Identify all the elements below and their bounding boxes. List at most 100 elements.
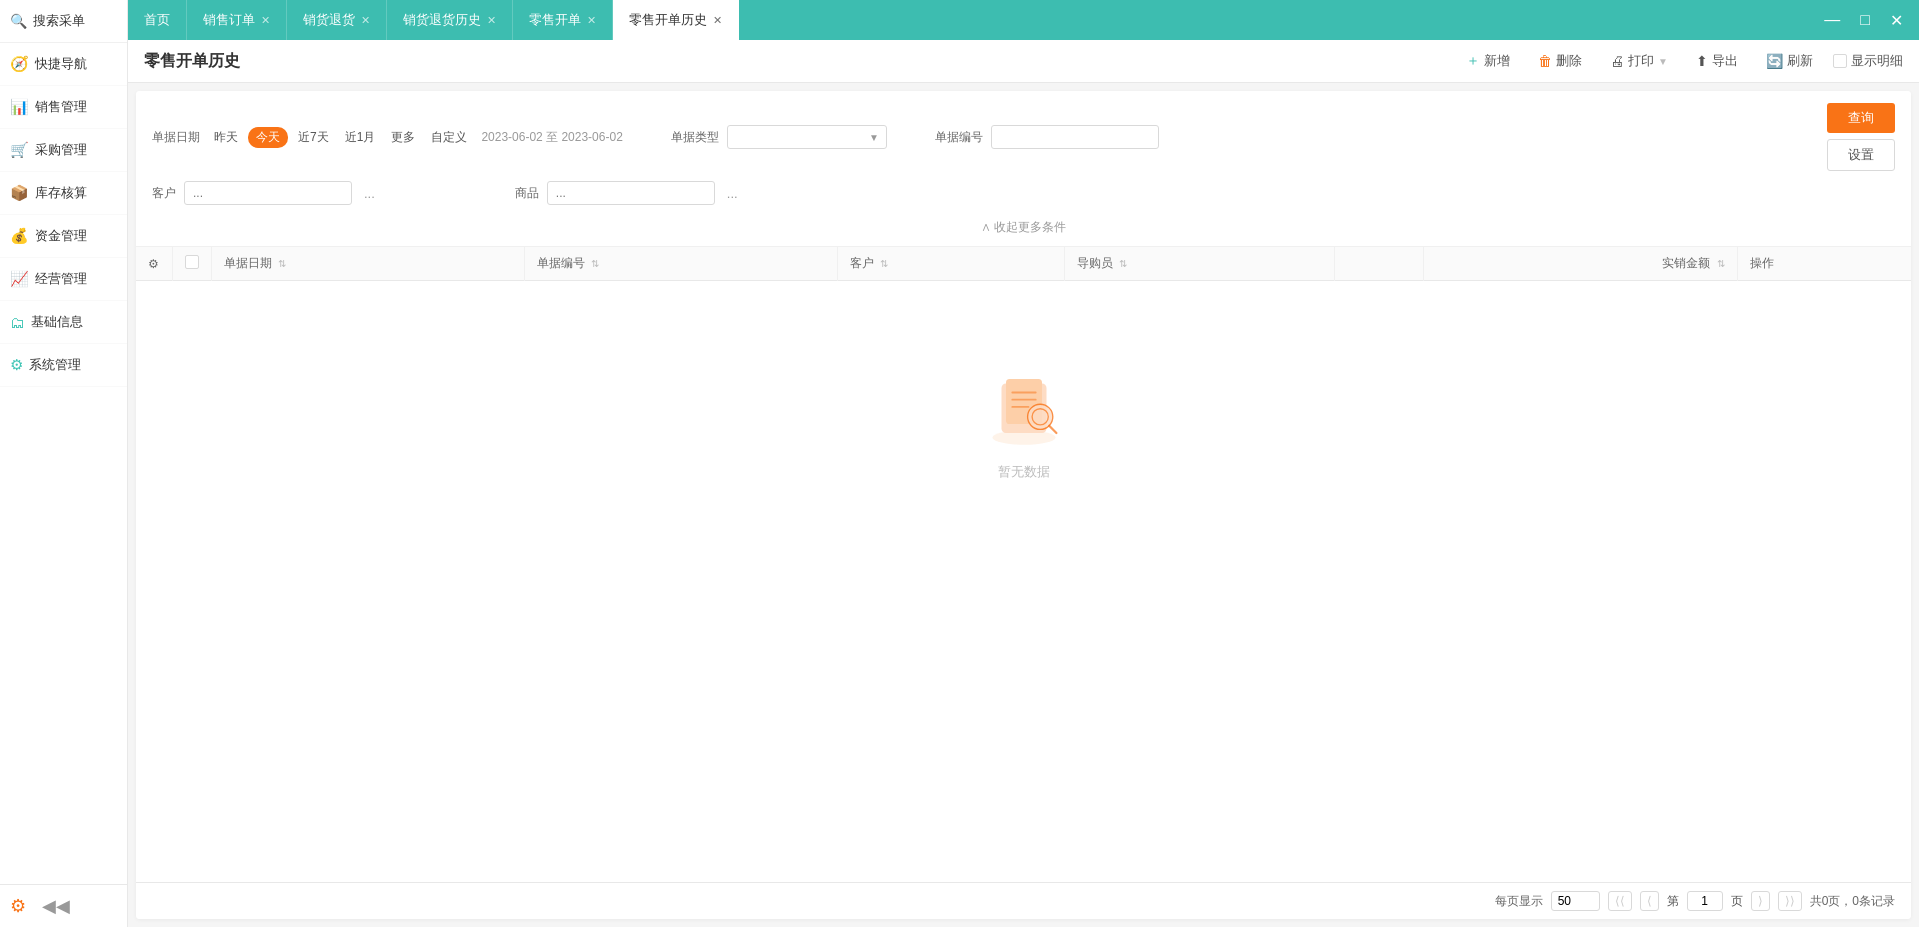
sidebar-item-label: 系统管理 <box>29 356 81 374</box>
customer-input[interactable] <box>184 181 352 205</box>
sidebar-item-label: 资金管理 <box>35 227 87 245</box>
export-button[interactable]: ⬆ 导出 <box>1688 48 1746 74</box>
tab-retail-open-history[interactable]: 零售开单历史 ✕ <box>613 0 739 40</box>
add-button[interactable]: ＋ 新增 <box>1458 48 1518 74</box>
table-empty-row: 暂无数据 <box>136 281 1911 542</box>
prev-page-button[interactable]: ⟨ <box>1640 891 1659 911</box>
th-date[interactable]: 单据日期 ⇅ <box>211 247 524 281</box>
header-checkbox[interactable] <box>185 255 199 269</box>
sidebar-search[interactable]: 🔍 搜索采单 <box>0 0 127 43</box>
inventory-icon: 📦 <box>10 184 29 202</box>
tab-sales-return-history[interactable]: 销货退货历史 ✕ <box>387 0 513 40</box>
filter-actions: 查询 设置 <box>1827 103 1895 171</box>
per-page-select[interactable]: 50 10 20 100 <box>1551 891 1600 911</box>
bill-type-select[interactable] <box>727 125 887 149</box>
tab-home-label: 首页 <box>144 11 170 29</box>
close-button[interactable]: ✕ <box>1884 9 1909 32</box>
product-label: 商品 <box>515 185 539 202</box>
date-btn-7days[interactable]: 近7天 <box>292 127 335 148</box>
th-bill-no[interactable]: 单据编号 ⇅ <box>524 247 837 281</box>
th-action-label: 操作 <box>1750 256 1774 270</box>
sidebar-item-purchase-mgmt[interactable]: 🛒 采购管理 <box>0 129 127 172</box>
sales-mgmt-icon: 📊 <box>10 98 29 116</box>
print-dropdown-icon: ▼ <box>1658 56 1668 67</box>
sidebar-item-label: 快捷导航 <box>35 55 87 73</box>
base-info-icon: 🗂 <box>10 314 25 331</box>
search-icon: 🔍 <box>10 13 27 29</box>
tab-sales-return-close[interactable]: ✕ <box>361 14 370 27</box>
settings-gear-icon[interactable]: ⚙ <box>10 895 26 917</box>
date-btn-custom[interactable]: 自定义 <box>425 127 473 148</box>
tab-retail-open-close[interactable]: ✕ <box>587 14 596 27</box>
minimize-button[interactable]: — <box>1818 9 1846 31</box>
quick-nav-icon: 🧭 <box>10 55 29 73</box>
query-button[interactable]: 查询 <box>1827 103 1895 133</box>
toolbar: 零售开单历史 ＋ 新增 🗑 删除 🖨 打印 ▼ ⬆ 导出 🔄 刷新 <box>128 40 1919 83</box>
date-btn-yesterday[interactable]: 昨天 <box>208 127 244 148</box>
page-label: 第 <box>1667 893 1679 910</box>
display-detail-checkbox[interactable]: 显示明细 <box>1833 52 1903 70</box>
toolbar-actions: ＋ 新增 🗑 删除 🖨 打印 ▼ ⬆ 导出 🔄 刷新 显示明 <box>1458 48 1903 74</box>
table-header-row: ⚙ 单据日期 ⇅ 单据编号 ⇅ <box>136 247 1911 281</box>
tab-retail-open-history-close[interactable]: ✕ <box>713 14 722 27</box>
tab-sales-return-history-label: 销货退货历史 <box>403 11 481 29</box>
date-btn-more[interactable]: 更多 <box>385 127 421 148</box>
th-amount-sort-icon: ⇅ <box>1717 258 1725 269</box>
product-input[interactable] <box>547 181 715 205</box>
product-ellipsis-btn[interactable]: ... <box>723 186 742 201</box>
customer-ellipsis-btn[interactable]: ... <box>360 186 379 201</box>
th-guide-label: 导购员 <box>1077 256 1113 270</box>
display-detail-cb[interactable] <box>1833 54 1847 68</box>
main-area: 首页 销售订单 ✕ 销货退货 ✕ 销货退货历史 ✕ 零售开单 ✕ 零售开单历史 … <box>128 0 1919 927</box>
add-icon: ＋ <box>1466 52 1480 70</box>
th-amount[interactable]: 实销金额 ⇅ <box>1424 247 1737 281</box>
th-gear[interactable]: ⚙ <box>136 247 172 281</box>
tab-retail-open-history-label: 零售开单历史 <box>629 11 707 29</box>
th-customer[interactable]: 客户 ⇅ <box>837 247 1064 281</box>
print-icon: 🖨 <box>1610 53 1624 69</box>
sidebar-item-label: 基础信息 <box>31 313 83 331</box>
next-page-button[interactable]: ⟩ <box>1751 891 1770 911</box>
print-button[interactable]: 🖨 打印 ▼ <box>1602 48 1676 74</box>
th-date-label: 单据日期 <box>224 256 272 270</box>
tab-sales-return-history-close[interactable]: ✕ <box>487 14 496 27</box>
date-btn-1month[interactable]: 近1月 <box>339 127 382 148</box>
first-page-button[interactable]: ⟨⟨ <box>1608 891 1632 911</box>
th-guide[interactable]: 导购员 ⇅ <box>1064 247 1334 281</box>
th-customer-label: 客户 <box>850 256 874 270</box>
set-button[interactable]: 设置 <box>1827 139 1895 171</box>
tab-retail-open[interactable]: 零售开单 ✕ <box>513 0 613 40</box>
refresh-button[interactable]: 🔄 刷新 <box>1758 48 1821 74</box>
tab-home[interactable]: 首页 <box>128 0 187 40</box>
date-btn-today[interactable]: 今天 <box>248 127 288 148</box>
per-page-label: 每页显示 <box>1495 893 1543 910</box>
page-input[interactable] <box>1687 891 1723 911</box>
sidebar-item-sales-mgmt[interactable]: 📊 销售管理 <box>0 86 127 129</box>
tab-sales-order[interactable]: 销售订单 ✕ <box>187 0 287 40</box>
maximize-button[interactable]: □ <box>1854 9 1876 31</box>
tab-sales-return-label: 销货退货 <box>303 11 355 29</box>
th-amount-label: 实销金额 <box>1662 256 1710 270</box>
sidebar: 🔍 搜索采单 🧭 快捷导航 📊 销售管理 🛒 采购管理 📦 库存核算 💰 资金管… <box>0 0 128 927</box>
empty-text: 暂无数据 <box>998 463 1050 481</box>
tab-sales-order-close[interactable]: ✕ <box>261 14 270 27</box>
bill-type-select-wrapper <box>727 125 887 149</box>
sidebar-item-label: 采购管理 <box>35 141 87 159</box>
sidebar-item-quick-nav[interactable]: 🧭 快捷导航 <box>0 43 127 86</box>
export-icon: ⬆ <box>1696 53 1708 69</box>
last-page-button[interactable]: ⟩⟩ <box>1778 891 1802 911</box>
sidebar-item-inventory[interactable]: 📦 库存核算 <box>0 172 127 215</box>
collapse-trigger[interactable]: ∧ 收起更多条件 <box>981 219 1066 236</box>
sidebar-item-base-info[interactable]: 🗂 基础信息 <box>0 301 127 344</box>
delete-button[interactable]: 🗑 删除 <box>1530 48 1590 74</box>
bill-no-input[interactable] <box>991 125 1159 149</box>
filter-bill-no-field: 单据编号 <box>935 125 1159 149</box>
sidebar-collapse-icon[interactable]: ◀◀ <box>42 895 70 917</box>
customer-label: 客户 <box>152 185 176 202</box>
filter-product-field: 商品 ... <box>515 181 742 205</box>
th-checkbox[interactable] <box>172 247 211 281</box>
sidebar-item-finance[interactable]: 💰 资金管理 <box>0 215 127 258</box>
sidebar-item-operations[interactable]: 📈 经营管理 <box>0 258 127 301</box>
tab-sales-return[interactable]: 销货退货 ✕ <box>287 0 387 40</box>
sidebar-item-sys-mgmt[interactable]: ⚙ 系统管理 <box>0 344 127 387</box>
